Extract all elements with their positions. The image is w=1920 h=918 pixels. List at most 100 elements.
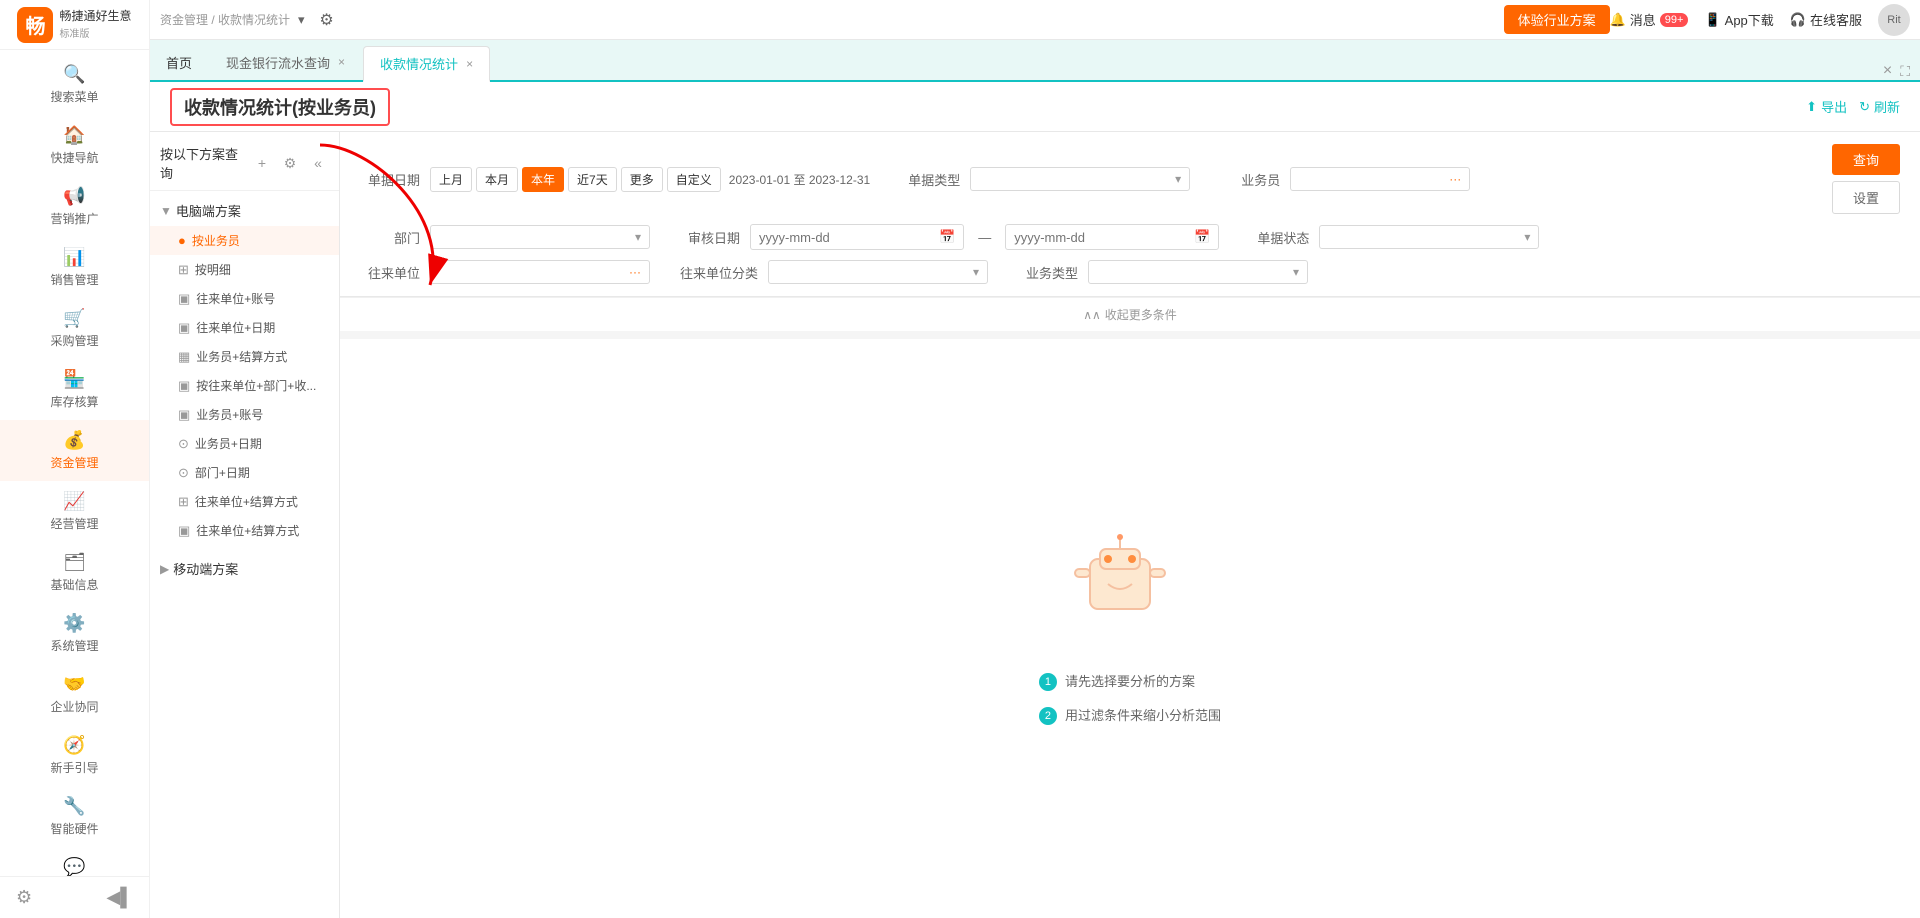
doc-status-select[interactable]: ▾ — [1319, 225, 1539, 249]
date-btn-last-7days[interactable]: 近7天 — [568, 167, 617, 192]
scheme-group-desktop-label: 电脑端方案 — [176, 201, 241, 220]
tab-collections[interactable]: 收款情况统计 × — [363, 46, 490, 82]
scheme-collapse-btn[interactable]: « — [307, 152, 329, 174]
dept-select[interactable]: ▾ — [430, 225, 650, 249]
sidebar-item-basicinfo[interactable]: 🗂 基础信息 — [0, 542, 149, 603]
trial-industry-btn[interactable]: 体验行业方案 — [1504, 5, 1610, 34]
sidebar-item-marketing[interactable]: 📢 营销推广 — [0, 176, 149, 237]
page-header: 收款情况统计(按业务员) ⬆ 导出 ↻ 刷新 — [150, 82, 1920, 132]
sidebar-item-capital[interactable]: 💰 资金管理 — [0, 420, 149, 481]
scheme-group-desktop-header[interactable]: ▼ 电脑端方案 — [150, 195, 339, 226]
sidebar-item-corp-label: 企业协同 — [50, 698, 98, 715]
messages-area[interactable]: 🔔 消息 99+ — [1610, 10, 1689, 29]
doc-type-select[interactable]: ▾ — [970, 167, 1190, 191]
scheme-item-by-detail[interactable]: ⊞ 按明细 — [150, 255, 339, 284]
tab-cashflow-label: 现金银行流水查询 — [226, 53, 330, 72]
scheme-item-partner-settle1[interactable]: ⊞ 往来单位+结算方式 — [150, 487, 339, 516]
sidebar-settings-icon[interactable]: ⚙ — [16, 887, 32, 908]
app-download-area[interactable]: 📱 App下载 — [1704, 10, 1773, 29]
breadcrumb-dropdown-icon[interactable]: ▾ — [298, 12, 305, 28]
sidebar-item-corp[interactable]: 🤝 企业协同 — [0, 664, 149, 725]
user-avatar[interactable]: Rit — [1878, 4, 1910, 36]
sidebar-item-purchase[interactable]: 🛒 采购管理 — [0, 298, 149, 359]
tab-cashflow-close[interactable]: × — [338, 55, 345, 69]
scheme-item-by-salesman[interactable]: ● 按业务员 — [150, 226, 339, 255]
scheme-item-salesman-date[interactable]: ⊙ 业务员+日期 — [150, 429, 339, 458]
sidebar-item-inventory[interactable]: 🏪 库存核算 — [0, 359, 149, 420]
date-btn-custom[interactable]: 自定义 — [667, 167, 721, 192]
online-service-area[interactable]: 🎧 在线客服 — [1790, 10, 1862, 29]
scheme-item-partner-account[interactable]: ▣ 往来单位+账号 — [150, 284, 339, 313]
salesman-more-icon[interactable]: ··· — [1449, 172, 1461, 186]
scheme-item-partner-date-icon: ▣ — [178, 320, 190, 336]
counterpart-cat-select[interactable]: ▾ — [768, 260, 988, 284]
scheme-panel-title: 按以下方案查询 — [160, 144, 245, 182]
sidebar-item-guide[interactable]: 🧭 新手引导 — [0, 725, 149, 786]
tab-maximize-icon[interactable]: ⛶ — [1900, 63, 1910, 80]
scheme-item-salesman-account-icon: ▣ — [178, 407, 190, 423]
date-divider: — — [974, 230, 995, 245]
empty-robot-icon — [1070, 529, 1190, 649]
scheme-item-partner-dept-collect[interactable]: ▣ 按往来单位+部门+收... — [150, 371, 339, 400]
collapse-more-bar[interactable]: ∧∧ 收起更多条件 — [340, 297, 1920, 331]
sidebar-item-quicknav[interactable]: 🏠 快捷导航 — [0, 115, 149, 176]
setting-btn[interactable]: 设置 — [1832, 181, 1900, 214]
system-icon: ⚙️ — [63, 613, 85, 634]
date-btn-last-month[interactable]: 上月 — [430, 167, 472, 192]
counterpart-cat-label: 往来单位分类 — [680, 263, 758, 282]
scheme-item-dept-date[interactable]: ⊙ 部门+日期 — [150, 458, 339, 487]
scheme-item-salesman-settlement[interactable]: ▦ 业务员+结算方式 — [150, 342, 339, 371]
scheme-add-btn[interactable]: + — [251, 152, 273, 174]
app-download-label: App下载 — [1725, 10, 1774, 29]
scheme-settings-btn[interactable]: ⚙ — [279, 152, 301, 174]
sidebar-item-sales-label: 销售管理 — [50, 271, 98, 288]
scheme-item-partner-dept-collect-label: 按往来单位+部门+收... — [196, 377, 316, 394]
sidebar-item-operations[interactable]: 📈 经营管理 — [0, 481, 149, 542]
headset-icon: 🎧 — [1790, 12, 1806, 28]
scheme-item-partner-settle2[interactable]: ▣ 往来单位+结算方式 — [150, 516, 339, 545]
refresh-btn[interactable]: ↻ 刷新 — [1859, 97, 1900, 116]
review-date-from-input[interactable]: 📅 — [750, 224, 964, 250]
date-btn-this-year[interactable]: 本年 — [522, 167, 564, 192]
date-btn-more[interactable]: 更多 — [621, 167, 663, 192]
sidebar-item-search[interactable]: 🔍 搜索菜单 — [0, 54, 149, 115]
settings-gear-btn[interactable]: ⚙ — [313, 6, 341, 34]
salesman-label: 业务员 — [1220, 170, 1280, 189]
sidebar-item-wechat[interactable]: 💬 企业微信 — [0, 847, 149, 876]
tab-collections-close[interactable]: × — [466, 57, 473, 71]
page-title: 收款情况统计(按业务员) — [170, 88, 390, 126]
scheme-group-mobile: ▶ 移动端方案 — [150, 549, 339, 588]
body-wrap: 按以下方案查询 + ⚙ « ▼ 电脑端方案 ● 按业务员 ⊞ 按明细 — [150, 132, 1920, 918]
sidebar-item-hardware[interactable]: 🔧 智能硬件 — [0, 786, 149, 847]
tab-close-all-icon[interactable]: × — [1883, 62, 1892, 80]
sidebar-item-system[interactable]: ⚙️ 系统管理 — [0, 603, 149, 664]
counterpart-more-icon[interactable]: ··· — [629, 265, 641, 279]
counterpart-select[interactable]: ··· — [430, 260, 650, 284]
biz-type-select[interactable]: ▾ — [1088, 260, 1308, 284]
messages-badge: 99+ — [1660, 13, 1689, 27]
date-btn-this-month[interactable]: 本月 — [476, 167, 518, 192]
sidebar-collapse-icon[interactable]: ◀▌ — [106, 887, 133, 908]
review-date-from-field[interactable] — [759, 230, 935, 245]
page-header-actions: ⬆ 导出 ↻ 刷新 — [1806, 97, 1900, 116]
review-date-to-field[interactable] — [1014, 230, 1190, 245]
export-btn[interactable]: ⬆ 导出 — [1806, 97, 1847, 116]
sidebar-item-purchase-label: 采购管理 — [50, 332, 98, 349]
review-date-to-input[interactable]: 📅 — [1005, 224, 1219, 250]
counterpart-cat-arrow-icon: ▾ — [973, 265, 979, 279]
salesman-select[interactable]: ··· — [1290, 167, 1470, 191]
calendar-from-icon[interactable]: 📅 — [939, 229, 955, 245]
sidebar-item-guide-label: 新手引导 — [50, 759, 98, 776]
calendar-to-icon[interactable]: 📅 — [1194, 229, 1210, 245]
scheme-item-salesman-account[interactable]: ▣ 业务员+账号 — [150, 400, 339, 429]
tab-cashflow[interactable]: 现金银行流水查询 × — [210, 44, 361, 80]
scheme-item-detail-label: 按明细 — [195, 261, 231, 278]
scheme-item-partner-date[interactable]: ▣ 往来单位+日期 — [150, 313, 339, 342]
tab-home[interactable]: 首页 — [150, 44, 208, 80]
query-btn[interactable]: 查询 — [1832, 144, 1900, 175]
scheme-group-mobile-header[interactable]: ▶ 移动端方案 — [150, 553, 339, 584]
empty-state: 1 请先选择要分析的方案 2 用过滤条件来缩小分析范围 — [340, 339, 1920, 918]
guide-icon: 🧭 — [63, 735, 85, 756]
sidebar-item-capital-label: 资金管理 — [50, 454, 98, 471]
sidebar-item-sales[interactable]: 📊 销售管理 — [0, 237, 149, 298]
